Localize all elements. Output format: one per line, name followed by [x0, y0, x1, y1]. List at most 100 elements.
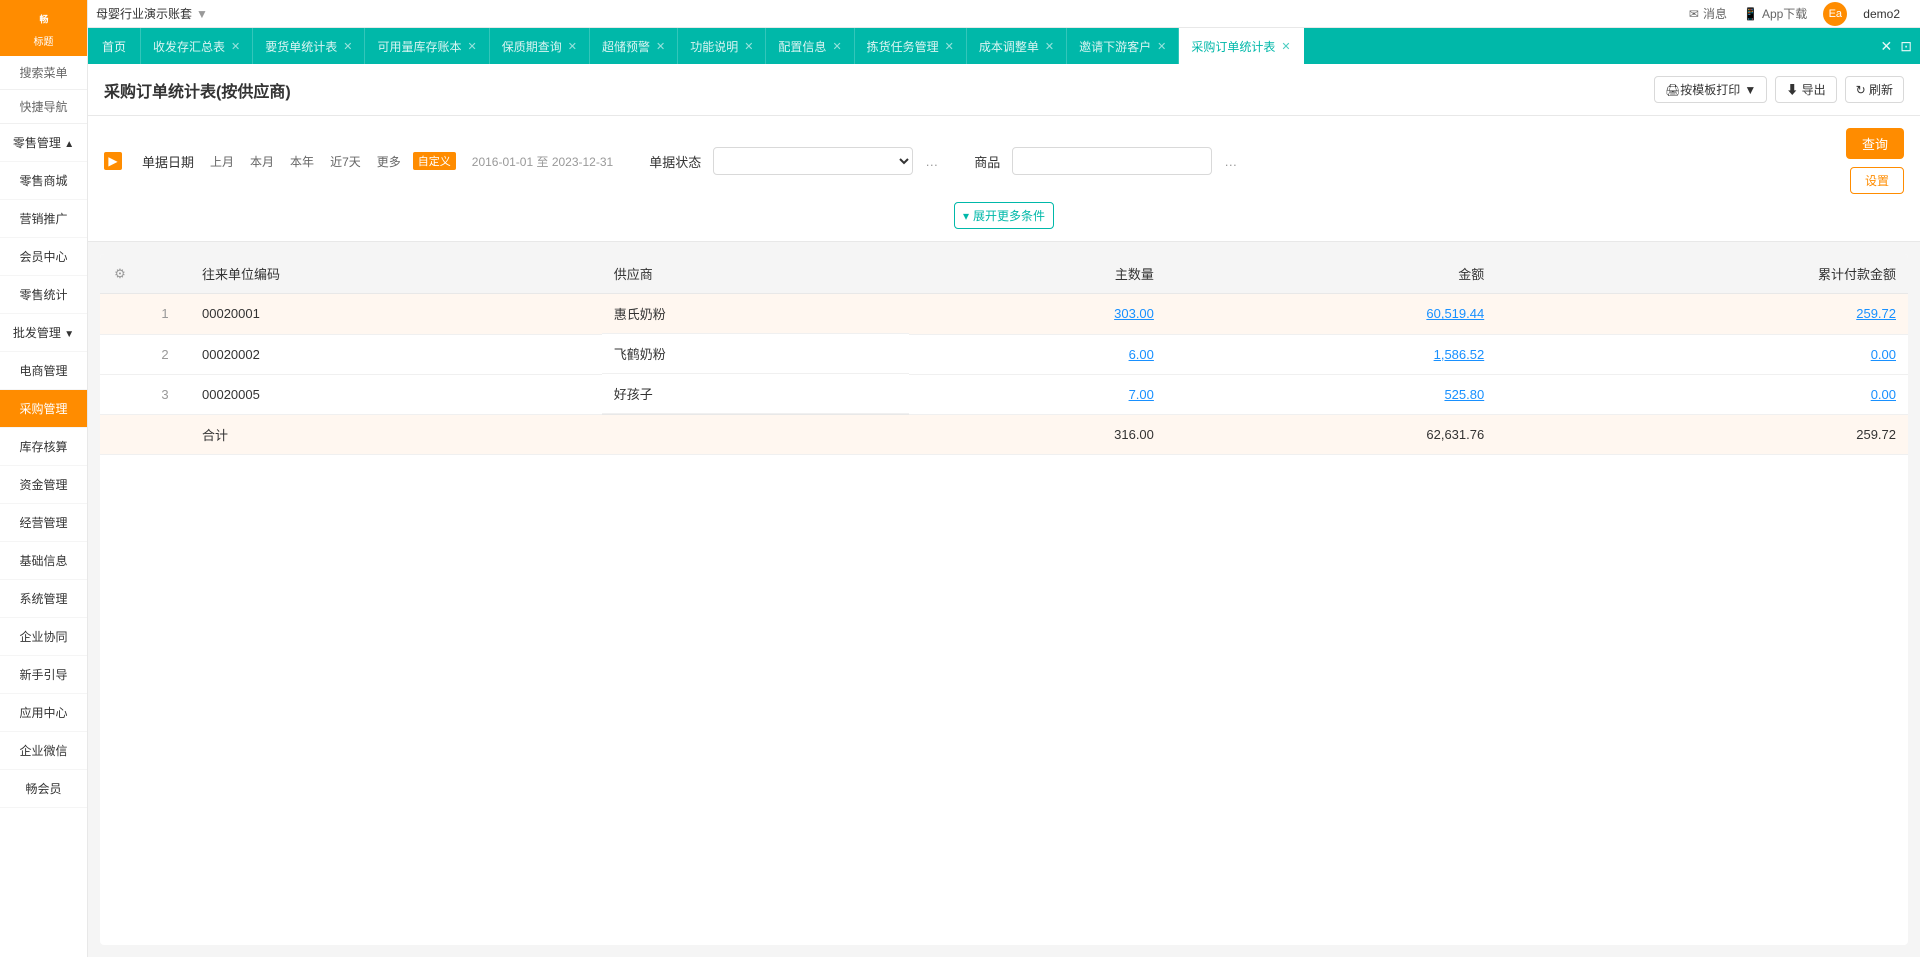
- sidebar-shortcut[interactable]: 快捷导航: [0, 90, 87, 124]
- sidebar-item-vip[interactable]: 畅会员: [0, 770, 87, 808]
- workspace-selector[interactable]: 母婴行业演示账套 ▼: [96, 5, 208, 22]
- sidebar-item-retail-shop[interactable]: 零售商城: [0, 162, 87, 200]
- tab-home[interactable]: 首页: [88, 28, 141, 64]
- tab-pick-task-close[interactable]: ✕: [945, 40, 954, 53]
- tab-config-close[interactable]: ✕: [832, 40, 841, 53]
- refresh-button[interactable]: ↻ 刷新: [1845, 76, 1904, 103]
- custom-date-badge[interactable]: 自定义: [413, 152, 456, 170]
- row-amount[interactable]: 1,586.52: [1166, 334, 1496, 374]
- settings-button[interactable]: 设置: [1850, 167, 1904, 194]
- shortcut-this-year[interactable]: 本年: [286, 151, 318, 172]
- sidebar-item-enterprise[interactable]: 企业协同: [0, 618, 87, 656]
- export-button[interactable]: ⬇ 导出: [1775, 76, 1836, 103]
- print-button[interactable]: 🖨 按模板打印 ▼: [1654, 76, 1767, 103]
- sidebar-item-wechat[interactable]: 企业微信: [0, 732, 87, 770]
- sidebar-item-wholesale-label: 批发管理: [13, 326, 61, 340]
- message-button[interactable]: ✉ 消息: [1689, 5, 1727, 22]
- filter-expand-icon[interactable]: ▶: [104, 152, 122, 170]
- row-amount[interactable]: 525.80: [1166, 374, 1496, 415]
- tab-purchase-stat-close[interactable]: ✕: [1281, 40, 1290, 53]
- sidebar-item-inventory[interactable]: 库存核算: [0, 428, 87, 466]
- user-avatar[interactable]: Ea: [1823, 2, 1847, 26]
- row-main-qty[interactable]: 303.00: [909, 294, 1166, 335]
- tab-available-stock-label: 可用量库存账本: [377, 38, 461, 55]
- shortcut-last-month[interactable]: 上月: [206, 151, 238, 172]
- tab-shelf-life-close[interactable]: ✕: [568, 40, 577, 53]
- th-unit-code-label: 往来单位编码: [202, 267, 280, 282]
- tab-cost-adjust-close[interactable]: ✕: [1045, 40, 1054, 53]
- workspace-dropdown-icon: ▼: [196, 7, 208, 21]
- row-paid-amount[interactable]: 0.00: [1496, 374, 1908, 415]
- sidebar-item-ecommerce[interactable]: 电商管理: [0, 352, 87, 390]
- status-select[interactable]: [713, 147, 913, 175]
- logo-text: 标题: [34, 33, 54, 48]
- tab-pick-task[interactable]: 拣货任务管理 ✕: [855, 28, 967, 64]
- tab-available-stock[interactable]: 可用量库存账本 ✕: [365, 28, 489, 64]
- sidebar-item-ops[interactable]: 经营管理: [0, 504, 87, 542]
- row-supplier: 惠氏奶粉: [602, 294, 909, 334]
- tab-receive-send[interactable]: 收发存汇总表 ✕: [141, 28, 253, 64]
- expand-more-button[interactable]: ▾ 展开更多条件: [954, 202, 1054, 229]
- export-label: 导出: [1802, 83, 1826, 97]
- sidebar-item-app-center[interactable]: 应用中心: [0, 694, 87, 732]
- sidebar-item-basic[interactable]: 基础信息: [0, 542, 87, 580]
- sidebar-item-member[interactable]: 会员中心: [0, 238, 87, 276]
- user-area: ✉ 消息 📱 App下载 Ea demo2: [1677, 0, 1912, 28]
- row-main-qty[interactable]: 7.00: [909, 374, 1166, 415]
- right-actions: 查询 设置: [1846, 128, 1904, 194]
- tab-invite-downstream[interactable]: 邀请下游客户 ✕: [1067, 28, 1179, 64]
- query-button[interactable]: 查询: [1846, 128, 1904, 159]
- row-main-qty[interactable]: 6.00: [909, 334, 1166, 374]
- sidebar-item-wholesale[interactable]: 批发管理 ▼: [0, 314, 87, 352]
- user-name[interactable]: demo2: [1863, 7, 1900, 21]
- goods-input[interactable]: [1012, 147, 1212, 175]
- sidebar-item-purchase[interactable]: 采购管理: [0, 390, 87, 428]
- row-supplier: 好孩子: [602, 374, 909, 414]
- sidebar-item-retail-stat[interactable]: 零售统计: [0, 276, 87, 314]
- sidebar-item-newbie[interactable]: 新手引导: [0, 656, 87, 694]
- tab-func-desc-close[interactable]: ✕: [744, 40, 753, 53]
- tabbar-expand-icon[interactable]: ⊡: [1900, 38, 1912, 55]
- date-label: 单据日期: [142, 152, 194, 171]
- sidebar-item-retail[interactable]: 零售管理 ▲: [0, 124, 87, 162]
- table-row: 2 00020002 飞鹤奶粉 6.00 1,586.52 0.00: [100, 334, 1908, 374]
- main-content: 母婴行业演示账套 ▼ ✉ 消息 📱 App下载 Ea demo2 首页 收发存汇…: [88, 0, 1920, 957]
- message-icon: ✉: [1689, 7, 1699, 21]
- app-download-button[interactable]: 📱 App下载: [1743, 5, 1807, 22]
- row-paid-amount[interactable]: 259.72: [1496, 294, 1908, 335]
- sidebar-item-purchase-label: 采购管理: [19, 402, 67, 416]
- tab-goods-stat[interactable]: 要货单统计表 ✕: [253, 28, 365, 64]
- topbar: 母婴行业演示账套 ▼ ✉ 消息 📱 App下载 Ea demo2: [88, 0, 1920, 28]
- sidebar-item-finance[interactable]: 资金管理: [0, 466, 87, 504]
- tab-func-desc[interactable]: 功能说明 ✕: [678, 28, 766, 64]
- tab-config[interactable]: 配置信息 ✕: [766, 28, 854, 64]
- sidebar-item-ecommerce-label: 电商管理: [19, 364, 67, 378]
- tab-purchase-stat[interactable]: 采购订单统计表 ✕: [1179, 28, 1303, 64]
- tab-shelf-life[interactable]: 保质期查询 ✕: [490, 28, 590, 64]
- sidebar-item-system[interactable]: 系统管理: [0, 580, 87, 618]
- tab-invite-downstream-label: 邀请下游客户: [1079, 38, 1151, 55]
- shortcut-more[interactable]: 更多: [373, 151, 405, 172]
- tab-overstock[interactable]: 超储预警 ✕: [590, 28, 678, 64]
- shortcut-this-month[interactable]: 本月: [246, 151, 278, 172]
- table-header-row: ⚙ 往来单位编码 供应商 主数量 金额: [100, 254, 1908, 294]
- app-logo[interactable]: 畅 标题: [0, 0, 87, 56]
- sidebar-search[interactable]: 搜索菜单: [0, 56, 87, 90]
- tab-goods-stat-close[interactable]: ✕: [343, 40, 352, 53]
- shortcut-7days[interactable]: 近7天: [326, 151, 365, 172]
- column-settings-icon[interactable]: ⚙: [114, 266, 126, 281]
- tab-receive-send-close[interactable]: ✕: [231, 40, 240, 53]
- tab-available-stock-close[interactable]: ✕: [468, 40, 477, 53]
- tabbar-close-icon[interactable]: ✕: [1881, 38, 1893, 55]
- tab-overstock-label: 超储预警: [602, 38, 650, 55]
- tab-cost-adjust[interactable]: 成本调整单 ✕: [967, 28, 1067, 64]
- th-gear: ⚙: [100, 254, 140, 294]
- tab-purchase-stat-label: 采购订单统计表: [1191, 38, 1275, 55]
- sidebar-item-marketing[interactable]: 营销推广: [0, 200, 87, 238]
- tab-invite-downstream-close[interactable]: ✕: [1157, 40, 1166, 53]
- tabbar: 首页 收发存汇总表 ✕ 要货单统计表 ✕ 可用量库存账本 ✕ 保质期查询 ✕ 超…: [88, 28, 1920, 64]
- footer-label: 合计: [202, 428, 228, 443]
- tab-overstock-close[interactable]: ✕: [656, 40, 665, 53]
- row-amount[interactable]: 60,519.44: [1166, 294, 1496, 335]
- row-paid-amount[interactable]: 0.00: [1496, 334, 1908, 374]
